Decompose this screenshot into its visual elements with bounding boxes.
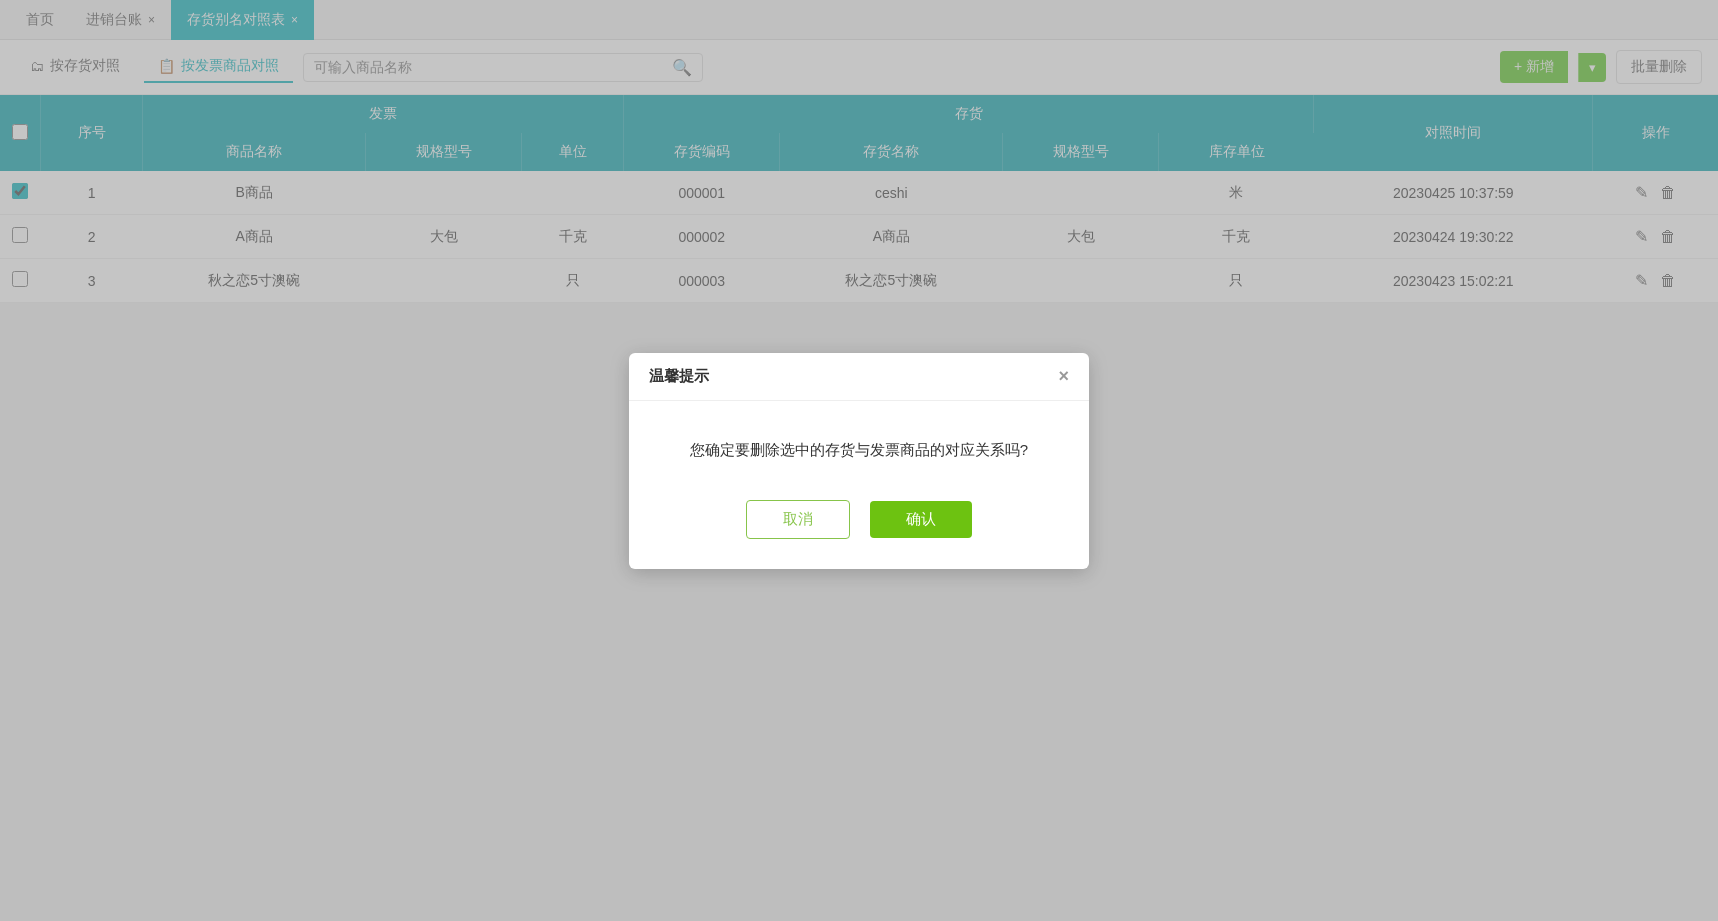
overlay: 温馨提示 × 您确定要删除选中的存货与发票商品的对应关系吗? 取消 确认 [0, 0, 1718, 303]
